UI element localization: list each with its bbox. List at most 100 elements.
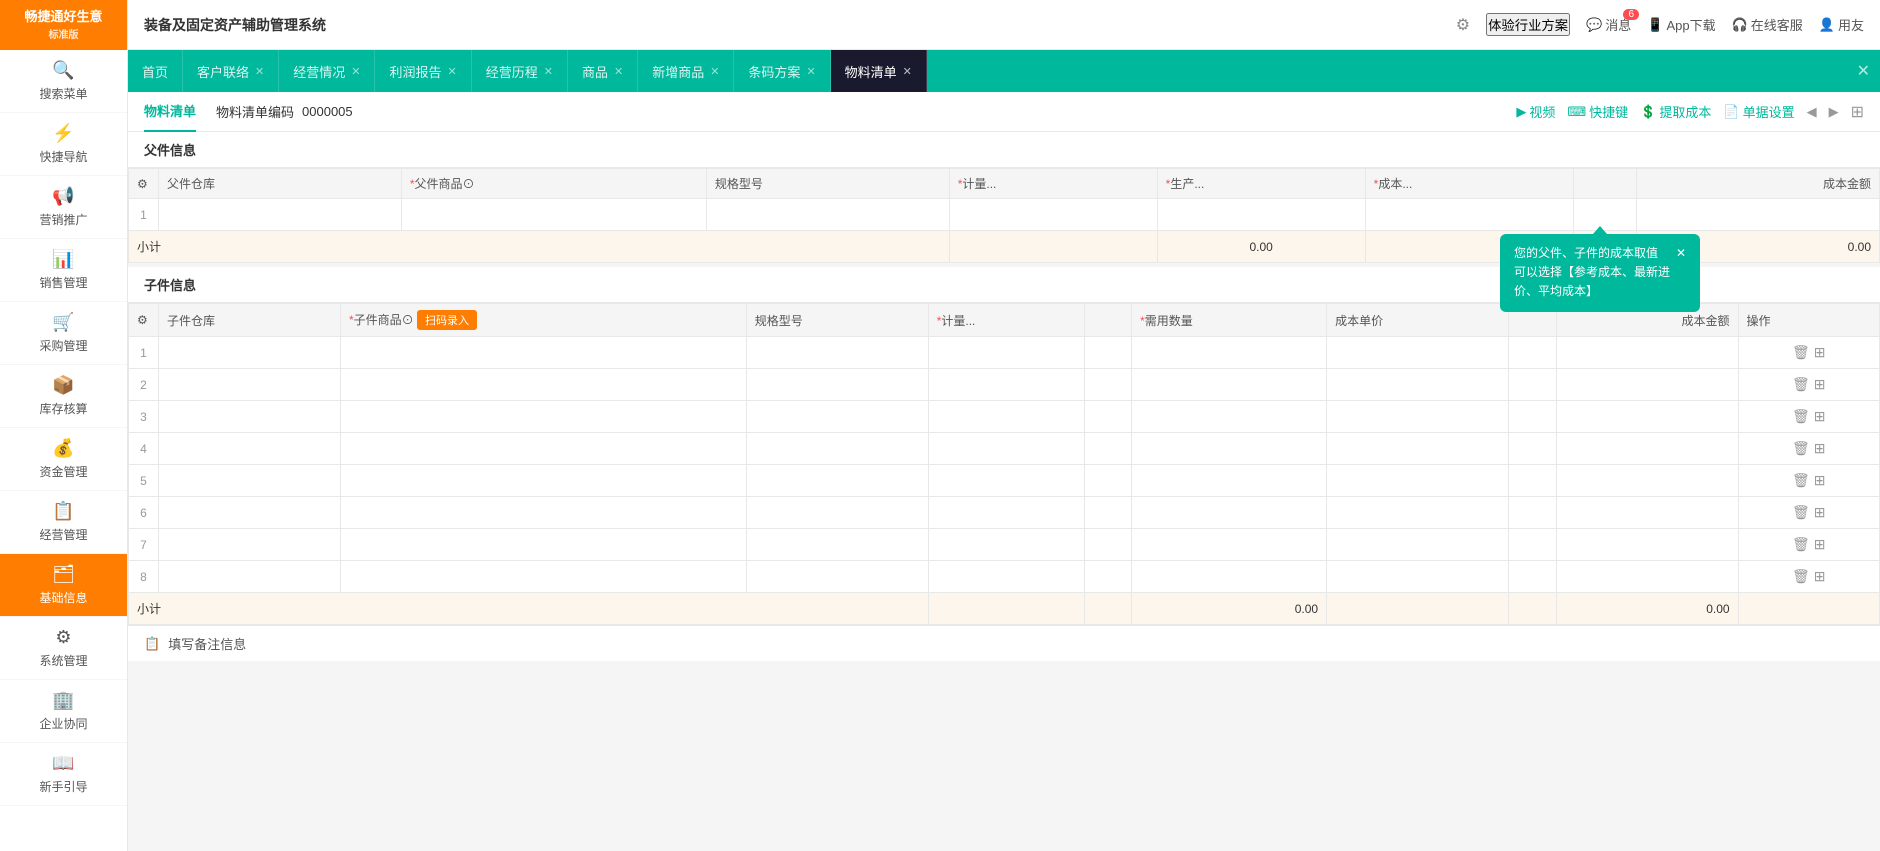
child-product-1[interactable]: [340, 369, 746, 401]
child-unit-cost-1[interactable]: [1327, 369, 1509, 401]
copy-icon-2[interactable]: ⊞: [1814, 408, 1826, 425]
trial-button[interactable]: 体验行业方案: [1486, 13, 1570, 36]
copy-icon-7[interactable]: ⊞: [1814, 568, 1826, 585]
parent-cost-cell[interactable]: [1365, 199, 1573, 231]
child-spec-0[interactable]: [746, 337, 928, 369]
online-service-action[interactable]: 🎧 在线客服: [1732, 15, 1803, 34]
child-qty-6[interactable]: [1132, 529, 1327, 561]
child-unit-cost-4[interactable]: [1327, 465, 1509, 497]
sidebar-item-sales[interactable]: 📊销售管理: [0, 239, 127, 302]
nav-tab-4[interactable]: 经营历程✕: [472, 50, 568, 92]
child-unit-5[interactable]: [928, 497, 1084, 529]
child-unit-0[interactable]: [928, 337, 1084, 369]
delete-icon-5[interactable]: 🗑: [1792, 504, 1810, 521]
sub-tab-bill-of-materials[interactable]: 物料清单: [144, 92, 196, 132]
child-unit-cost-5[interactable]: [1327, 497, 1509, 529]
settings-icon[interactable]: ⚙: [1456, 15, 1470, 35]
child-qty-2[interactable]: [1132, 401, 1327, 433]
child-warehouse-0[interactable]: [159, 337, 341, 369]
sidebar-item-purchase[interactable]: 🛒采购管理: [0, 302, 127, 365]
child-warehouse-6[interactable]: [159, 529, 341, 561]
copy-icon-1[interactable]: ⊞: [1814, 376, 1826, 393]
view-action[interactable]: ▶ 视频: [1516, 102, 1555, 121]
child-spec-1[interactable]: [746, 369, 928, 401]
close-all-tabs[interactable]: ✕: [1847, 61, 1880, 81]
nav-tab-6[interactable]: 新增商品✕: [638, 50, 734, 92]
sidebar-item-inventory[interactable]: 📦库存核算: [0, 365, 127, 428]
parent-product-cell[interactable]: [401, 199, 706, 231]
child-unit-cost-3[interactable]: [1327, 433, 1509, 465]
nav-tab-1[interactable]: 客户联络✕: [183, 50, 279, 92]
grid-view-icon[interactable]: ⊞: [1851, 102, 1864, 122]
child-unit-2[interactable]: [928, 401, 1084, 433]
nav-tab-5[interactable]: 商品✕: [568, 50, 638, 92]
nav-tab-2[interactable]: 经营情况✕: [279, 50, 375, 92]
nav-tab-close-4[interactable]: ✕: [544, 65, 553, 78]
copy-icon-5[interactable]: ⊞: [1814, 504, 1826, 521]
sidebar-item-guide[interactable]: 📖新手引导: [0, 743, 127, 806]
parent-unit-cell[interactable]: [949, 199, 1157, 231]
child-unit-cost-0[interactable]: [1327, 337, 1509, 369]
child-unit-cost-2[interactable]: [1327, 401, 1509, 433]
child-spec-3[interactable]: [746, 433, 928, 465]
nav-next-icon[interactable]: ▶: [1829, 104, 1839, 120]
child-product-5[interactable]: [340, 497, 746, 529]
sidebar-item-operations[interactable]: 📋经营管理: [0, 491, 127, 554]
nav-tab-close-8[interactable]: ✕: [903, 65, 912, 78]
child-qty-0[interactable]: [1132, 337, 1327, 369]
child-spec-2[interactable]: [746, 401, 928, 433]
sidebar-item-search[interactable]: 🔍搜索菜单: [0, 50, 127, 113]
child-spec-5[interactable]: [746, 497, 928, 529]
delete-icon-7[interactable]: 🗑: [1792, 568, 1810, 585]
nav-tab-close-5[interactable]: ✕: [614, 65, 623, 78]
child-warehouse-3[interactable]: [159, 433, 341, 465]
child-product-6[interactable]: [340, 529, 746, 561]
extract-cost-action[interactable]: 💲 提取成本: [1640, 102, 1711, 121]
copy-icon-4[interactable]: ⊞: [1814, 472, 1826, 489]
sidebar-item-finance[interactable]: 💰资金管理: [0, 428, 127, 491]
shortcut-action[interactable]: ⌨ 快捷键: [1567, 102, 1628, 121]
child-unit-cost-7[interactable]: [1327, 561, 1509, 593]
parent-production-cell[interactable]: [1157, 199, 1365, 231]
child-product-3[interactable]: [340, 433, 746, 465]
child-warehouse-4[interactable]: [159, 465, 341, 497]
child-unit-1[interactable]: [928, 369, 1084, 401]
copy-icon-0[interactable]: ⊞: [1814, 344, 1826, 361]
message-action[interactable]: 💬 消息 6: [1586, 15, 1631, 34]
child-qty-5[interactable]: [1132, 497, 1327, 529]
bottom-bar[interactable]: 📋 填写备注信息: [128, 625, 1880, 661]
nav-tab-close-2[interactable]: ✕: [351, 65, 360, 78]
child-unit-3[interactable]: [928, 433, 1084, 465]
delete-icon-3[interactable]: 🗑: [1792, 440, 1810, 457]
child-qty-7[interactable]: [1132, 561, 1327, 593]
user-action[interactable]: 👤 用友: [1819, 15, 1864, 34]
sidebar-item-enterprise[interactable]: 🏢企业协同: [0, 680, 127, 743]
single-settings-action[interactable]: 📄 单据设置: [1723, 102, 1794, 121]
child-product-7[interactable]: [340, 561, 746, 593]
scan-button[interactable]: 扫码录入: [417, 310, 477, 330]
child-qty-3[interactable]: [1132, 433, 1327, 465]
child-product-2[interactable]: [340, 401, 746, 433]
app-download-action[interactable]: 📱 App下载: [1647, 15, 1715, 34]
nav-tab-close-7[interactable]: ✕: [806, 65, 815, 78]
child-spec-6[interactable]: [746, 529, 928, 561]
th-settings[interactable]: ⚙: [129, 169, 159, 199]
sidebar-item-basic-info[interactable]: 🗂基础信息: [0, 554, 127, 617]
child-warehouse-5[interactable]: [159, 497, 341, 529]
child-unit-7[interactable]: [928, 561, 1084, 593]
sidebar-item-system[interactable]: ⚙系统管理: [0, 617, 127, 680]
child-warehouse-1[interactable]: [159, 369, 341, 401]
sidebar-item-marketing[interactable]: 📢营销推广: [0, 176, 127, 239]
nav-tab-close-3[interactable]: ✕: [448, 65, 457, 78]
nav-tab-3[interactable]: 利润报告✕: [375, 50, 471, 92]
copy-icon-6[interactable]: ⊞: [1814, 536, 1826, 553]
child-unit-6[interactable]: [928, 529, 1084, 561]
copy-icon-3[interactable]: ⊞: [1814, 440, 1826, 457]
delete-icon-1[interactable]: 🗑: [1792, 376, 1810, 393]
child-product-0[interactable]: [340, 337, 746, 369]
child-th-settings[interactable]: ⚙: [129, 304, 159, 337]
nav-tab-8[interactable]: 物料清单✕: [831, 50, 927, 92]
nav-tab-close-1[interactable]: ✕: [255, 65, 264, 78]
parent-spec-cell[interactable]: [706, 199, 949, 231]
delete-icon-6[interactable]: 🗑: [1792, 536, 1810, 553]
